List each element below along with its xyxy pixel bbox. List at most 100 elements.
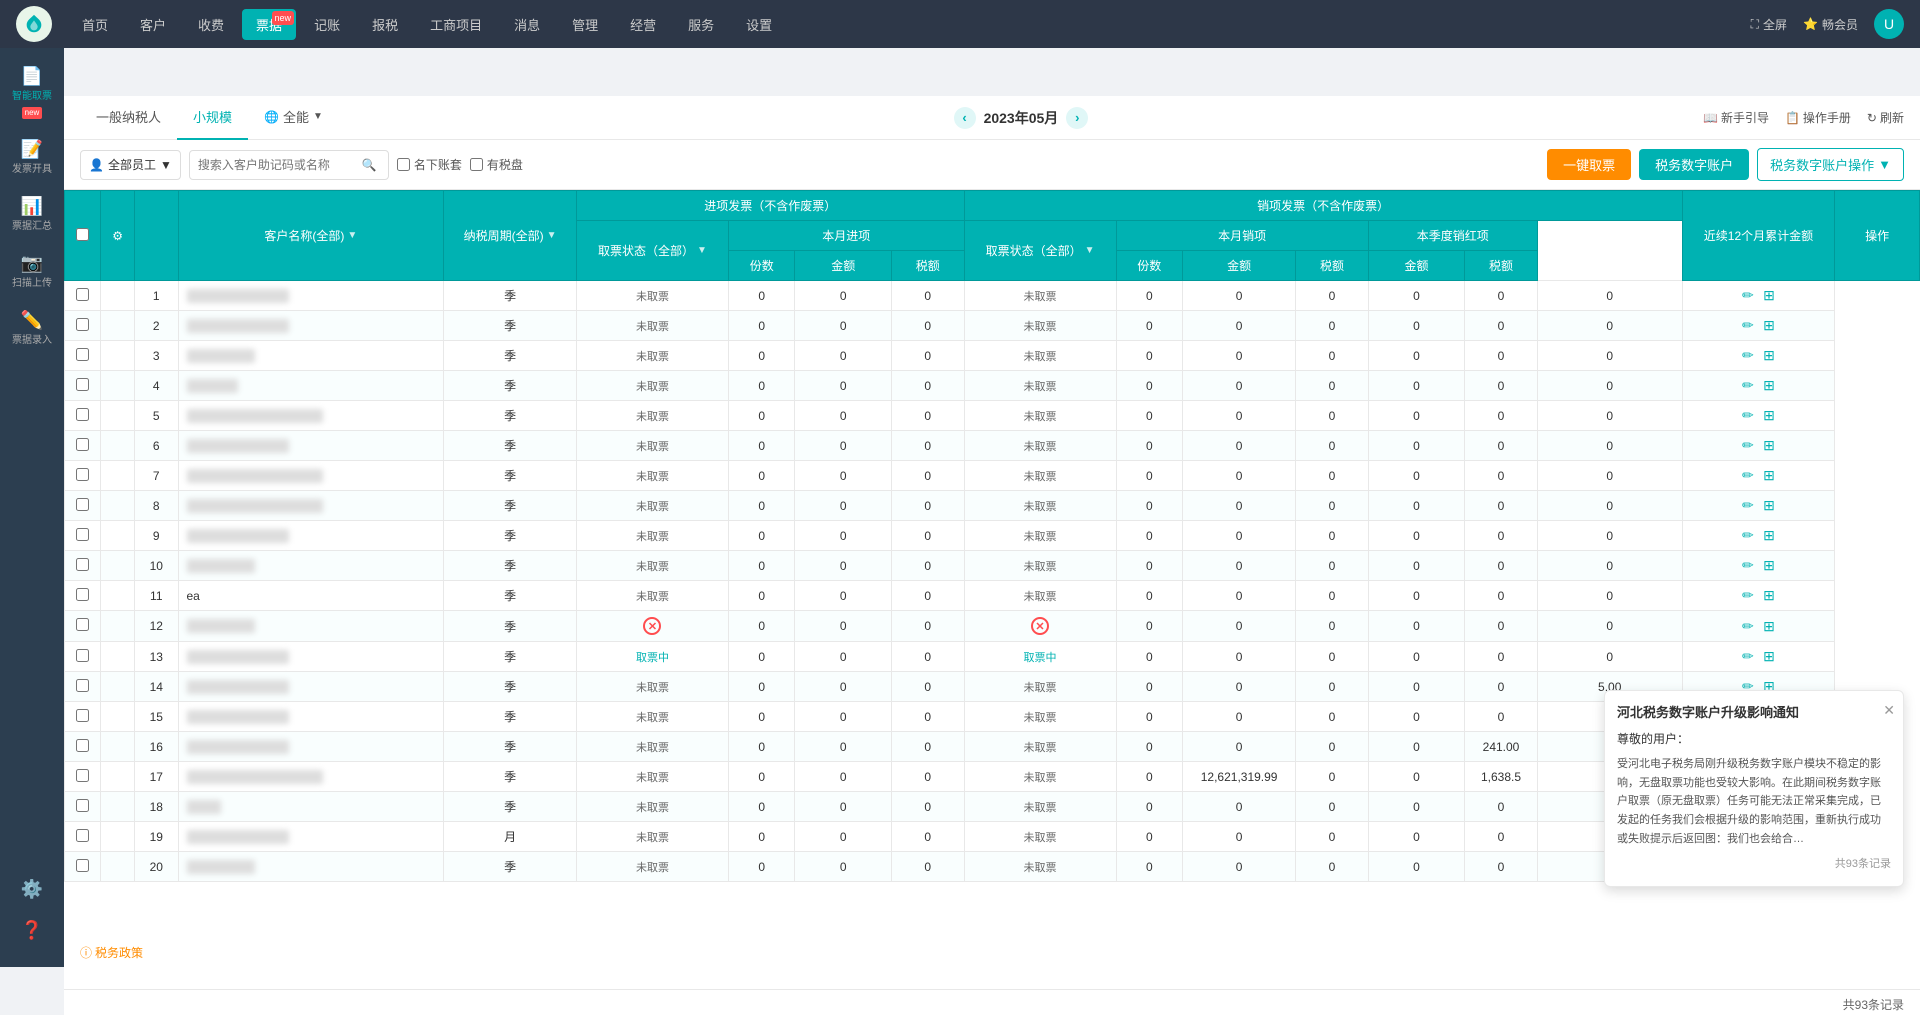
nav-billing[interactable]: 收费 [184, 9, 238, 40]
row-customer-name[interactable]: ████████████████ [178, 491, 444, 521]
edit-button[interactable]: ✏ [1742, 407, 1754, 423]
row-customer-name[interactable]: ea [178, 581, 444, 611]
row-checkbox[interactable] [76, 709, 89, 722]
tax-disk-checkbox[interactable] [470, 158, 483, 171]
row-checkbox[interactable] [76, 438, 89, 451]
sub-account-checkbox[interactable] [397, 158, 410, 171]
edit-button[interactable]: ✏ [1742, 287, 1754, 303]
row-checkbox[interactable] [76, 318, 89, 331]
copy-button[interactable]: ⊞ [1763, 527, 1775, 543]
edit-button[interactable]: ✏ [1742, 317, 1754, 333]
sidebar-item-smart-ticket[interactable]: 📄 智能取票 new [0, 56, 64, 129]
row-customer-name[interactable]: ████████████ [178, 642, 444, 672]
filter-icon[interactable]: ▼ [347, 230, 357, 241]
copy-button[interactable]: ⊞ [1763, 587, 1775, 603]
select-all-checkbox[interactable] [76, 228, 89, 241]
nav-tax[interactable]: 报税 [358, 9, 412, 40]
settings-icon[interactable]: ⚙ [112, 229, 123, 243]
sidebar-item-ticket-entry[interactable]: ✏️ 票据录入 [0, 300, 64, 357]
row-checkbox[interactable] [76, 348, 89, 361]
new-guide-button[interactable]: 📖 新手引导 [1703, 109, 1769, 126]
row-customer-name[interactable]: ████████████ [178, 521, 444, 551]
sidebar-item-settings[interactable]: ⚙️ [17, 869, 47, 910]
row-checkbox[interactable] [76, 288, 89, 301]
refresh-button[interactable]: ↻ 刷新 [1867, 109, 1904, 126]
sidebar-item-scan-upload[interactable]: 📷 扫描上传 [0, 243, 64, 300]
filter-in-status[interactable]: ▼ [697, 245, 707, 256]
row-customer-name[interactable]: ████████████████ [178, 461, 444, 491]
search-icon[interactable]: 🔍 [362, 158, 377, 172]
copy-button[interactable]: ⊞ [1763, 317, 1775, 333]
copy-button[interactable]: ⊞ [1763, 467, 1775, 483]
filter-out-status[interactable]: ▼ [1085, 245, 1095, 256]
copy-button[interactable]: ⊞ [1763, 407, 1775, 423]
row-checkbox[interactable] [76, 739, 89, 752]
row-customer-name[interactable]: ████████████ [178, 822, 444, 852]
row-checkbox[interactable] [76, 528, 89, 541]
row-checkbox[interactable] [76, 859, 89, 872]
row-customer-name[interactable]: ████████████████ [178, 762, 444, 792]
digital-account-op-button[interactable]: 税务数字账户操作 ▼ [1757, 148, 1904, 181]
manual-button[interactable]: 📋 操作手册 [1785, 109, 1851, 126]
copy-button[interactable]: ⊞ [1763, 618, 1775, 634]
row-checkbox[interactable] [76, 769, 89, 782]
nav-business[interactable]: 工商项目 [416, 9, 496, 40]
row-checkbox[interactable] [76, 799, 89, 812]
row-customer-name[interactable]: ████████ [178, 852, 444, 882]
row-customer-name[interactable]: ████ [178, 792, 444, 822]
nav-home[interactable]: 首页 [68, 9, 122, 40]
nav-operation[interactable]: 经营 [616, 9, 670, 40]
edit-button[interactable]: ✏ [1742, 618, 1754, 634]
copy-button[interactable]: ⊞ [1763, 347, 1775, 363]
row-checkbox[interactable] [76, 829, 89, 842]
one-click-get-button[interactable]: 一键取票 [1547, 149, 1631, 180]
notification-close-button[interactable]: ✕ [1883, 699, 1895, 721]
sidebar-item-invoice-issue[interactable]: 📝 发票开具 [0, 129, 64, 186]
row-customer-name[interactable]: ████████████ [178, 702, 444, 732]
sidebar-item-invoice-summary[interactable]: 📊 票据汇总 [0, 186, 64, 243]
checkbox-tax-disk[interactable]: 有税盘 [470, 156, 523, 173]
row-customer-name[interactable]: ██████ [178, 371, 444, 401]
month-next-button[interactable]: › [1066, 107, 1088, 129]
row-checkbox[interactable] [76, 588, 89, 601]
nav-settings[interactable]: 设置 [732, 9, 786, 40]
edit-button[interactable]: ✏ [1742, 347, 1754, 363]
row-customer-name[interactable]: ████████████████ [178, 401, 444, 431]
filter-icon-period[interactable]: ▼ [547, 230, 557, 241]
member-button[interactable]: ⭐ 畅会员 [1803, 16, 1858, 33]
copy-button[interactable]: ⊞ [1763, 648, 1775, 664]
row-customer-name[interactable]: ████████ [178, 611, 444, 642]
row-checkbox[interactable] [76, 408, 89, 421]
checkbox-sub-account[interactable]: 名下账套 [397, 156, 462, 173]
row-checkbox[interactable] [76, 498, 89, 511]
edit-button[interactable]: ✏ [1742, 437, 1754, 453]
copy-button[interactable]: ⊞ [1763, 557, 1775, 573]
employee-select[interactable]: 👤 全部员工 ▼ [80, 150, 181, 180]
tab-small-scale[interactable]: 小规模 [177, 96, 248, 140]
user-avatar[interactable]: U [1874, 9, 1904, 39]
row-customer-name[interactable]: ████████████ [178, 672, 444, 702]
row-customer-name[interactable]: ████████ [178, 341, 444, 371]
search-input[interactable] [198, 158, 358, 172]
row-customer-name[interactable]: ████████████ [178, 311, 444, 341]
row-checkbox[interactable] [76, 679, 89, 692]
row-customer-name[interactable]: ████████████ [178, 732, 444, 762]
copy-button[interactable]: ⊞ [1763, 377, 1775, 393]
row-customer-name[interactable]: ████████████ [178, 281, 444, 311]
fullscreen-button[interactable]: ⛶ 全屏 [1751, 16, 1787, 33]
copy-button[interactable]: ⊞ [1763, 497, 1775, 513]
edit-button[interactable]: ✏ [1742, 377, 1754, 393]
edit-button[interactable]: ✏ [1742, 648, 1754, 664]
row-checkbox[interactable] [76, 378, 89, 391]
policy-link[interactable]: ⓘ 税务政策 [80, 944, 143, 961]
sidebar-item-help[interactable]: ❓ [17, 910, 47, 951]
row-checkbox[interactable] [76, 649, 89, 662]
nav-client[interactable]: 客户 [126, 9, 180, 40]
edit-button[interactable]: ✏ [1742, 467, 1754, 483]
nav-manage[interactable]: 管理 [558, 9, 612, 40]
nav-service[interactable]: 服务 [674, 9, 728, 40]
edit-button[interactable]: ✏ [1742, 587, 1754, 603]
tab-general-taxpayer[interactable]: 一般纳税人 [80, 96, 177, 140]
row-checkbox[interactable] [76, 618, 89, 631]
digital-account-button[interactable]: 税务数字账户 [1639, 149, 1749, 180]
